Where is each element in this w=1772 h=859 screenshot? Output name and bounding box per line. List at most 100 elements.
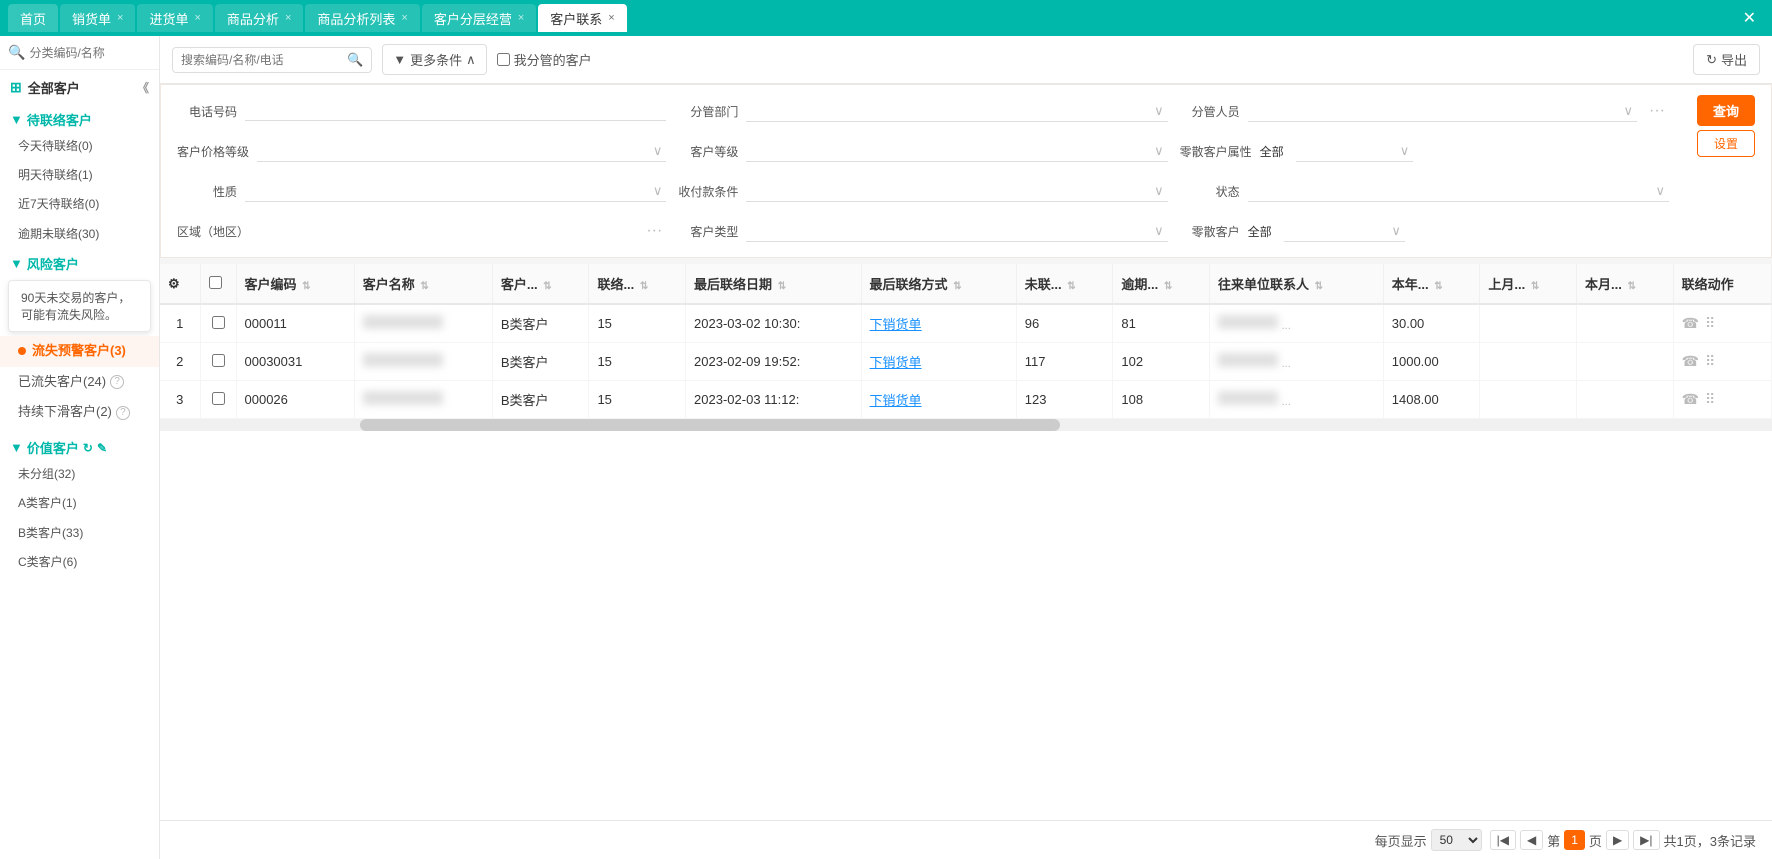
close-product-analysis-icon[interactable]: × <box>285 12 291 24</box>
cell-this-month-0 <box>1576 304 1673 343</box>
nav-tab-product-analysis[interactable]: 商品分析 × <box>215 4 303 32</box>
cell-this-year-0: 30.00 <box>1383 304 1480 343</box>
sort-type-icon[interactable]: ⇅ <box>543 281 551 292</box>
select-all-checkbox[interactable] <box>209 276 222 289</box>
sidebar-item-churned[interactable]: 已流失客户(24) ? <box>0 367 159 398</box>
my-customers-checkbox[interactable] <box>497 53 510 66</box>
nav-tab-customer-contact[interactable]: 客户联系 × <box>538 4 626 32</box>
collapse-icon[interactable]: 《 <box>137 79 149 96</box>
declining-info-icon[interactable]: ? <box>116 406 130 420</box>
last-method-link-0[interactable]: 下销货单 <box>870 317 922 332</box>
sort-contacts-icon[interactable]: ⇅ <box>640 281 648 292</box>
sort-this-month-icon[interactable]: ⇅ <box>1627 281 1635 292</box>
action-phone-icon-0[interactable]: ☎ <box>1682 315 1699 332</box>
prev-page-button[interactable]: ◀ <box>1520 830 1543 850</box>
sidebar-item-churn-warning[interactable]: 流失预警客户(3) <box>0 336 159 367</box>
last-page-button[interactable]: ▶| <box>1633 830 1659 850</box>
close-product-analysis-list-icon[interactable]: × <box>401 12 407 24</box>
filter-input-phone[interactable] <box>245 102 666 121</box>
cell-contacts-2: 15 <box>589 381 686 419</box>
search-box: 🔍 <box>172 47 372 73</box>
nav-tab-home[interactable]: 首页 <box>8 4 58 32</box>
export-button[interactable]: ↻ 导出 <box>1693 44 1760 75</box>
filter-select-manager[interactable]: ∨ <box>1248 101 1637 122</box>
close-customer-contact-icon[interactable]: × <box>608 12 614 24</box>
action-phone-icon-2[interactable]: ☎ <box>1682 391 1699 408</box>
filter-label-payment: 收付款条件 <box>678 183 738 200</box>
nav-tab-product-analysis-list[interactable]: 商品分析列表 × <box>305 4 419 32</box>
col-settings[interactable]: ⚙ <box>160 264 200 304</box>
nav-tab-customer-tier[interactable]: 客户分层经营 × <box>422 4 536 32</box>
close-sales-icon[interactable]: × <box>117 12 123 24</box>
filter-select-sparse-attr[interactable]: ∨ <box>1296 141 1414 162</box>
close-customer-tier-icon[interactable]: × <box>518 12 524 24</box>
first-page-button[interactable]: |◀ <box>1490 830 1516 850</box>
sort-last-method-icon[interactable]: ⇅ <box>953 281 961 292</box>
search-input[interactable] <box>181 53 341 67</box>
cell-name-1[interactable] <box>354 343 492 381</box>
sort-unit-contact-icon[interactable]: ⇅ <box>1315 281 1323 292</box>
col-name-label: 客户名称 <box>363 277 415 292</box>
col-overdue-label: 逾期... <box>1121 277 1158 292</box>
sidebar-item-class-b[interactable]: B类客户(33) <box>0 519 159 548</box>
filter-select-price-level[interactable]: ∨ <box>257 141 666 162</box>
sort-code-icon[interactable]: ⇅ <box>302 281 310 292</box>
last-method-link-2[interactable]: 下销货单 <box>870 393 922 408</box>
churned-info-icon[interactable]: ? <box>110 375 124 389</box>
more-filters-button[interactable]: ▼ 更多条件 ∧ <box>382 44 486 75</box>
filter-cell-payment: 收付款条件 ∨ <box>678 175 1179 207</box>
current-page-button[interactable]: 1 <box>1564 830 1585 850</box>
sort-last-month-icon[interactable]: ⇅ <box>1531 281 1539 292</box>
sidebar-item-ungroup[interactable]: 未分组(32) <box>0 460 159 489</box>
last-method-link-1[interactable]: 下销货单 <box>870 355 922 370</box>
filter-select-dept[interactable]: ∨ <box>746 101 1167 122</box>
action-more-icon-1[interactable]: ⠿ <box>1705 353 1715 370</box>
filter-select-nature[interactable]: ∨ <box>245 181 666 202</box>
sidebar-item-overdue[interactable]: 逾期未联络(30) <box>0 220 159 249</box>
sort-unreached-icon[interactable]: ⇅ <box>1067 281 1075 292</box>
all-customers-header[interactable]: ⊞ 全部客户 《 <box>0 70 159 105</box>
filter-manager-dots-icon[interactable]: ··· <box>1645 102 1669 120</box>
settings-button[interactable]: 设置 <box>1697 130 1755 157</box>
filter-select-status[interactable]: ∨ <box>1248 181 1669 202</box>
filter-select-customer-type[interactable]: ∨ <box>746 221 1167 242</box>
row-checkbox-2[interactable] <box>212 392 225 405</box>
sort-overdue-icon[interactable]: ⇅ <box>1164 281 1172 292</box>
filter-select-customer-level[interactable]: ∨ <box>746 141 1167 162</box>
cell-name-0[interactable] <box>354 304 492 343</box>
sort-last-date-icon[interactable]: ⇅ <box>778 281 786 292</box>
nav-tab-sales[interactable]: 销货单 × <box>60 4 135 32</box>
sidebar-item-tomorrow-pending[interactable]: 明天待联络(1) <box>0 161 159 190</box>
my-customers-checkbox-label[interactable]: 我分管的客户 <box>497 50 592 69</box>
filter-label-price-level: 客户价格等级 <box>177 143 249 160</box>
cell-name-2[interactable] <box>354 381 492 419</box>
query-button[interactable]: 查询 <box>1697 95 1755 126</box>
sidebar-item-today-pending[interactable]: 今天待联络(0) <box>0 132 159 161</box>
window-close-button[interactable]: ✕ <box>1735 4 1764 32</box>
row-checkbox-1[interactable] <box>212 354 225 367</box>
sidebar-item-week-pending[interactable]: 近7天待联络(0) <box>0 190 159 219</box>
sort-name-icon[interactable]: ⇅ <box>420 281 428 292</box>
page-size-select[interactable]: 50 100 <box>1431 829 1482 851</box>
action-phone-icon-1[interactable]: ☎ <box>1682 353 1699 370</box>
filter-select-payment[interactable]: ∨ <box>746 181 1167 202</box>
action-more-icon-0[interactable]: ⠿ <box>1705 315 1715 332</box>
sidebar-item-declining[interactable]: 持续下滑客户(2) ? <box>0 397 159 428</box>
value-refresh-icon[interactable]: ↻ <box>83 441 93 455</box>
action-icons-2: ☎ ⠿ <box>1682 391 1763 408</box>
value-edit-icon[interactable]: ✎ <box>97 441 107 455</box>
filter-region-dots-icon[interactable]: ··· <box>642 222 666 240</box>
scrollbar-thumb[interactable] <box>360 419 1060 431</box>
unit-contact-blurred-0 <box>1218 315 1278 329</box>
nav-tab-purchase[interactable]: 进货单 × <box>137 4 212 32</box>
horizontal-scrollbar[interactable] <box>160 419 1772 431</box>
close-purchase-icon[interactable]: × <box>194 12 200 24</box>
filter-select-sparse-customer[interactable]: ∨ <box>1284 221 1405 242</box>
sidebar-item-class-c[interactable]: C类客户(6) <box>0 548 159 577</box>
next-page-button[interactable]: ▶ <box>1606 830 1629 850</box>
sidebar-search-input[interactable] <box>29 46 160 60</box>
sort-this-year-icon[interactable]: ⇅ <box>1434 281 1442 292</box>
row-checkbox-0[interactable] <box>212 316 225 329</box>
sidebar-item-class-a[interactable]: A类客户(1) <box>0 489 159 518</box>
action-more-icon-2[interactable]: ⠿ <box>1705 391 1715 408</box>
